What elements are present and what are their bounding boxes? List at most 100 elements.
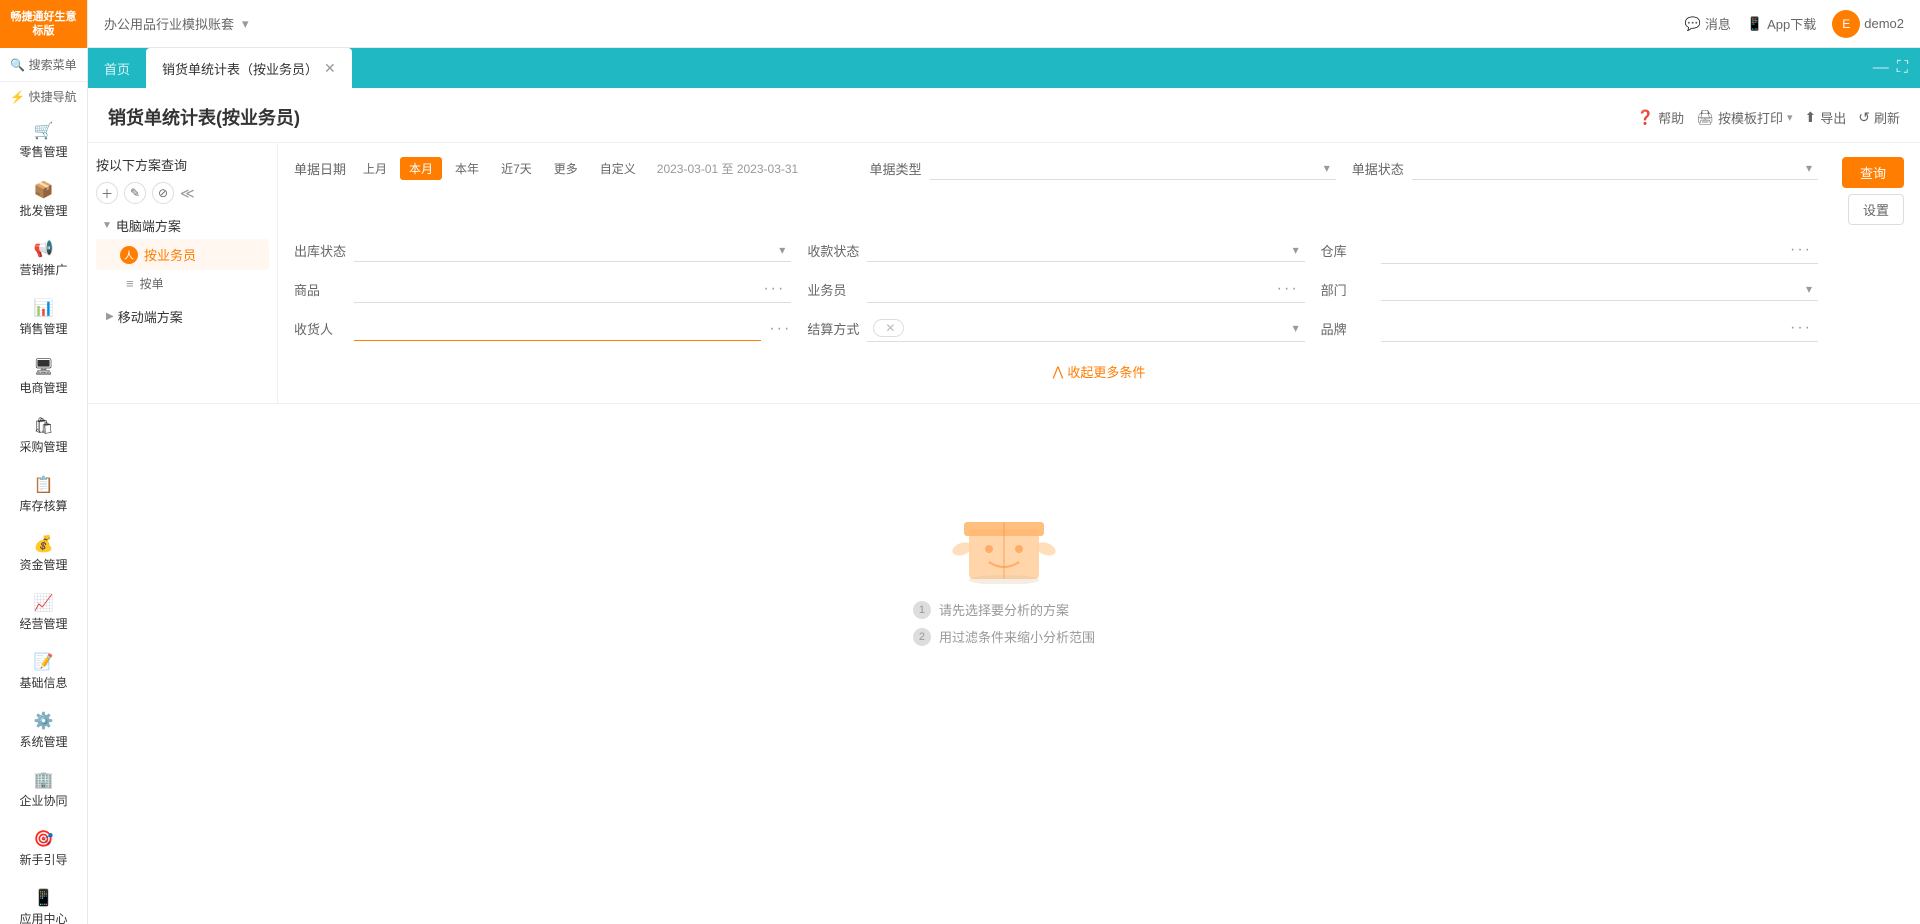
warehouse-select[interactable]: ··· xyxy=(1381,237,1818,264)
settings-button[interactable]: 设置 xyxy=(1848,194,1904,225)
filter-sidebar-actions: ＋ ✎ ⊘ ≪ xyxy=(96,182,269,204)
collapse-conditions-button[interactable]: ⋀ 收起更多条件 xyxy=(294,354,1904,389)
settlement-clear-icon[interactable]: ✕ xyxy=(885,321,895,335)
brand-field: 品牌 ··· xyxy=(1321,315,1818,342)
tab-maximize-icon[interactable]: ⛶ xyxy=(1897,59,1908,77)
date-btn-this-month[interactable]: 本月 xyxy=(400,157,442,180)
dropdown-arrow-icon[interactable]: ▾ xyxy=(242,16,249,32)
date-range-text: 2023-03-01 至 2023-03-31 xyxy=(657,160,798,177)
product-field: 商品 ··· xyxy=(294,276,791,303)
dropdown-label: 办公用品行业模拟账套 xyxy=(104,14,234,33)
tip-1-text: 请先选择要分析的方案 xyxy=(939,600,1069,619)
tab-close-icon[interactable]: ✕ xyxy=(324,60,336,77)
delete-scheme-button[interactable]: ⊘ xyxy=(152,182,174,204)
tab-report[interactable]: 销货单统计表（按业务员） ✕ xyxy=(146,48,352,88)
consignee-input[interactable] xyxy=(354,317,761,341)
sidebar-quick-nav[interactable]: ⚡ 快捷导航 xyxy=(0,82,87,111)
date-btn-this-year[interactable]: 本年 xyxy=(446,157,488,180)
sidebar-item-inventory[interactable]: 📋 库存核算 xyxy=(0,465,87,524)
app-download-button[interactable]: 📱 App下载 xyxy=(1747,14,1816,33)
user-profile[interactable]: E demo2 xyxy=(1832,10,1904,38)
order-type-select[interactable]: ▾ xyxy=(930,157,1336,180)
wholesale-icon: 📦 xyxy=(6,180,81,200)
date-btn-custom[interactable]: 自定义 xyxy=(591,157,645,180)
department-select[interactable]: ▾ xyxy=(1381,278,1818,301)
date-btn-7days[interactable]: 近7天 xyxy=(492,157,541,180)
sidebar-item-purchase[interactable]: 🛍 采购管理 xyxy=(0,406,87,465)
order-status-select[interactable]: ▾ xyxy=(1412,157,1818,180)
sub-scheme-item-by-order[interactable]: ≡ 按单 xyxy=(96,270,269,297)
salesperson-select[interactable]: ··· xyxy=(867,276,1304,303)
sales-label: 销售管理 xyxy=(6,320,81,337)
sidebar-item-finance[interactable]: 💰 资金管理 xyxy=(0,524,87,583)
filter-sidebar-title: 按以下方案查询 xyxy=(96,155,269,174)
empty-image xyxy=(944,484,1064,584)
collapse-sidebar-icon[interactable]: ≪ xyxy=(180,185,195,202)
refresh-button[interactable]: ↺ 刷新 xyxy=(1858,108,1900,127)
brand-dots-icon[interactable]: ··· xyxy=(1790,319,1812,337)
ecommerce-label: 电商管理 xyxy=(6,379,81,396)
message-button[interactable]: 💬 消息 xyxy=(1685,14,1731,33)
sidebar-item-retail[interactable]: 🛒 零售管理 xyxy=(0,111,87,170)
consignee-dots-icon[interactable]: ··· xyxy=(769,320,791,338)
settlement-clear-tag[interactable]: ✕ xyxy=(873,319,904,337)
scheme-dot-icon: 人 xyxy=(120,246,138,264)
search-icon: 🔍 xyxy=(10,58,25,72)
product-dots-icon[interactable]: ··· xyxy=(763,280,785,298)
salesperson-dots-icon[interactable]: ··· xyxy=(1277,280,1299,298)
tab-minimize-icon[interactable]: — xyxy=(1873,59,1889,77)
collection-status-label: 收款状态 xyxy=(807,241,859,260)
sidebar-item-marketing[interactable]: 📢 营销推广 xyxy=(0,229,87,288)
appcenter-label: 应用中心 xyxy=(6,910,81,924)
date-btn-more[interactable]: 更多 xyxy=(545,157,587,180)
warehouse-dots-icon[interactable]: ··· xyxy=(1790,241,1812,259)
page-header-actions: ❓ 帮助 🖨 按模板打印 ▾ ⬆ 导出 ↺ 刷新 xyxy=(1637,108,1900,127)
quick-label: 快捷导航 xyxy=(29,90,77,104)
sidebar-item-appcenter[interactable]: 📱 应用中心 xyxy=(0,878,87,924)
sidebar-search[interactable]: 🔍 搜索菜单 xyxy=(0,48,87,82)
edit-scheme-button[interactable]: ✎ xyxy=(124,182,146,204)
sidebar-item-wholesale[interactable]: 📦 批发管理 xyxy=(0,170,87,229)
sidebar-item-ecommerce[interactable]: 🖥 电商管理 xyxy=(0,347,87,406)
help-label: 帮助 xyxy=(1658,108,1684,127)
date-btn-last-month[interactable]: 上月 xyxy=(354,157,396,180)
out-status-label: 出库状态 xyxy=(294,241,346,260)
settlement-select[interactable]: ✕ ▾ xyxy=(867,315,1304,342)
empty-illustration xyxy=(944,484,1064,584)
order-type-arrow-icon: ▾ xyxy=(1324,161,1330,175)
sidebar-item-basic[interactable]: 📝 基础信息 xyxy=(0,642,87,701)
desktop-group-header[interactable]: ▼ 电脑端方案 xyxy=(96,212,269,239)
sidebar-item-operations[interactable]: 📈 经营管理 xyxy=(0,583,87,642)
query-button[interactable]: 查询 xyxy=(1842,157,1904,188)
warehouse-field: 仓库 ··· xyxy=(1321,237,1818,264)
date-label: 单据日期 xyxy=(294,159,346,178)
newuser-icon: 🎯 xyxy=(6,829,81,849)
system-label: 系统管理 xyxy=(6,733,81,750)
mobile-group[interactable]: ▶ 移动端方案 xyxy=(96,301,269,332)
topbar: 办公用品行业模拟账套 ▾ 💬 消息 📱 App下载 E demo2 xyxy=(88,0,1920,48)
sidebar-item-enterprise[interactable]: 🏢 企业协同 xyxy=(0,760,87,819)
filter-form: 单据日期 上月 本月 本年 近7天 更多 自定义 2023-03-01 至 20… xyxy=(278,143,1920,403)
filter-sidebar-title-label: 按以下方案查询 xyxy=(96,155,187,174)
tab-home[interactable]: 首页 xyxy=(88,48,146,88)
add-scheme-button[interactable]: ＋ xyxy=(96,182,118,204)
print-icon: 🖨 xyxy=(1696,109,1714,126)
product-select[interactable]: ··· xyxy=(354,276,791,303)
empty-tips: 1 请先选择要分析的方案 2 用过滤条件来缩小分析范围 xyxy=(913,600,1095,646)
filter-row-4: 收货人 ··· 结算方式 ✕ ▾ xyxy=(294,315,1904,342)
department-label: 部门 xyxy=(1321,280,1373,299)
sidebar-item-system[interactable]: ⚙️ 系统管理 xyxy=(0,701,87,760)
help-button[interactable]: ❓ 帮助 xyxy=(1637,108,1684,127)
sidebar-item-newuser[interactable]: 🎯 新手引导 xyxy=(0,819,87,878)
page-header: 销货单统计表(按业务员) ❓ 帮助 🖨 按模板打印 ▾ ⬆ 导出 ↺ 刷新 xyxy=(88,88,1920,143)
finance-icon: 💰 xyxy=(6,534,81,554)
scheme-item-by-salesperson[interactable]: 人 按业务员 xyxy=(96,239,269,270)
collapse-up-icon: ⋀ xyxy=(1053,364,1064,380)
print-button[interactable]: 🖨 按模板打印 ▾ xyxy=(1696,108,1792,127)
out-status-select[interactable]: ▾ xyxy=(354,239,791,262)
collection-status-select[interactable]: ▾ xyxy=(867,239,1304,262)
sidebar-item-sales[interactable]: 📊 销售管理 xyxy=(0,288,87,347)
message-icon: 💬 xyxy=(1685,16,1701,32)
brand-select[interactable]: ··· xyxy=(1381,315,1818,342)
export-button[interactable]: ⬆ 导出 xyxy=(1805,108,1847,127)
